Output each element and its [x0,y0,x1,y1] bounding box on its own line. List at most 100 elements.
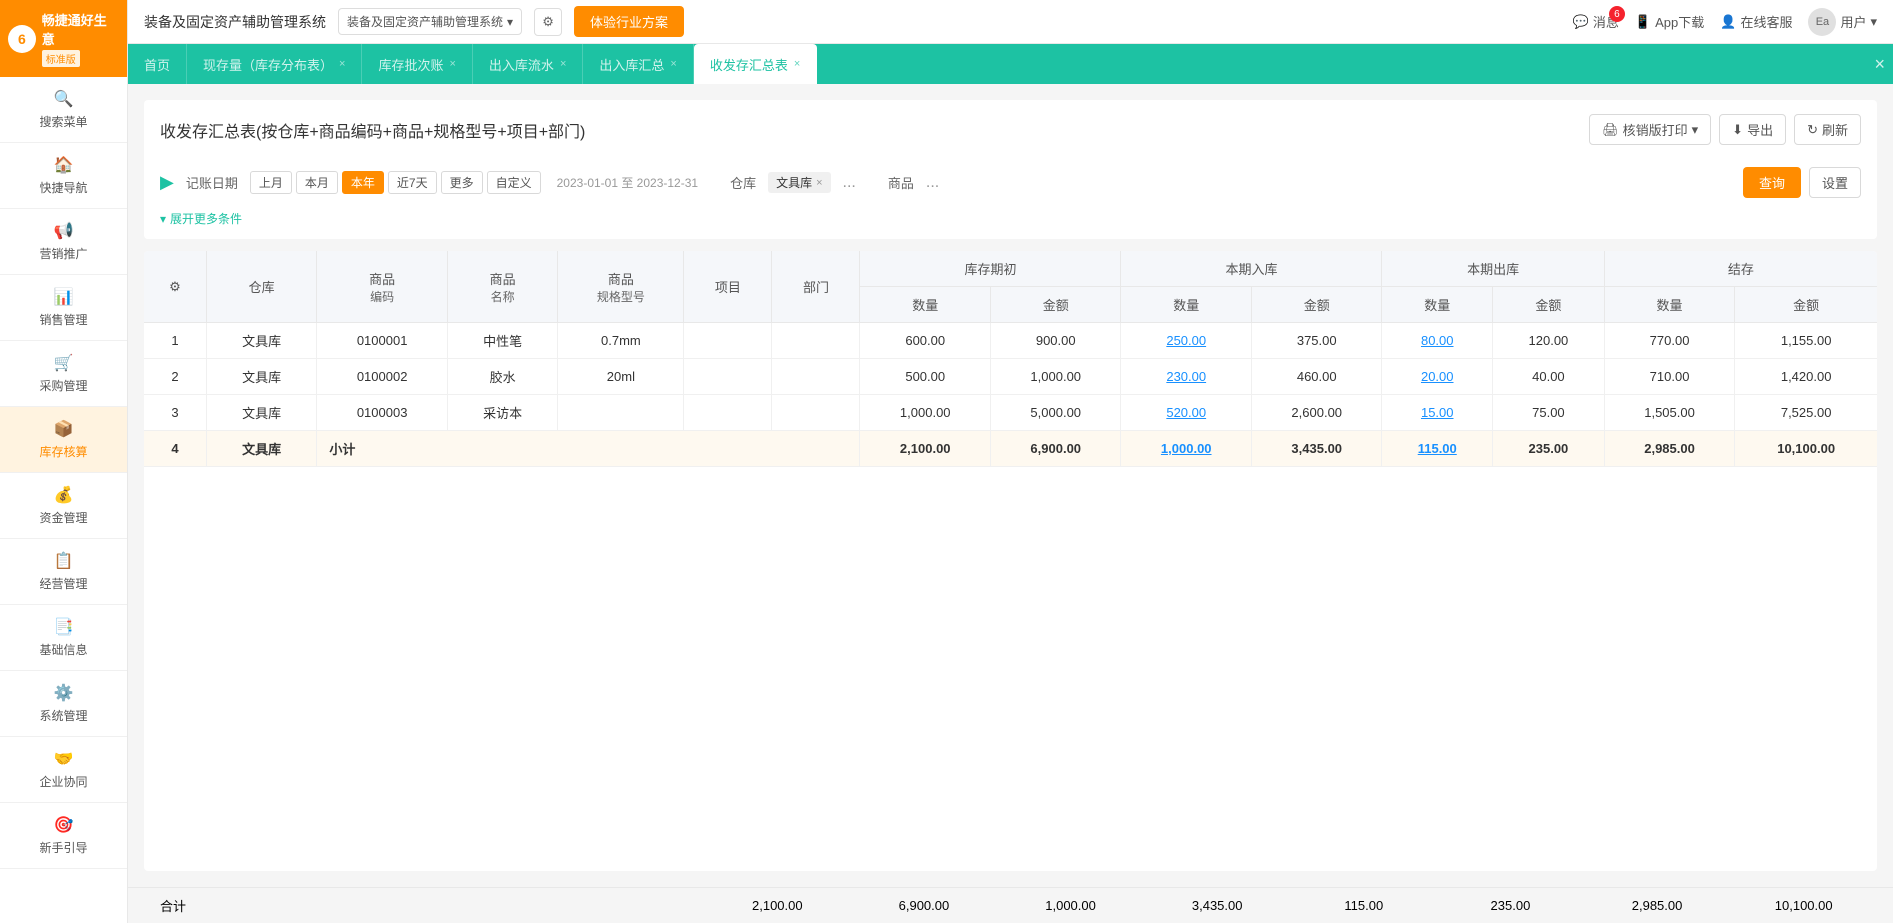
sidebar-icon-enterprise: 🤝 [54,749,74,769]
app-download-item[interactable]: 📱 App下载 [1635,12,1704,31]
sidebar-item-quick-nav[interactable]: 🏠 快捷导航 [0,143,127,209]
tab-label-inout-flow: 出入库流水 [489,55,554,74]
warehouse-tag-close[interactable]: × [816,177,822,189]
system-select[interactable]: 装备及固定资产辅助管理系统 ▾ [338,8,522,35]
out-qty-link[interactable]: 20.00 [1421,369,1454,384]
filter-area: ▶ 记账日期 上月本月本年近7天更多自定义 2023-01-01 至 2023-… [144,155,1877,239]
sidebar-icon-quick-nav: 🏠 [54,155,74,175]
sidebar-item-newbie[interactable]: 🎯新手引导 [0,803,127,869]
tab-close-inout-flow[interactable]: × [560,58,566,70]
th-product-name: 商品名称 [447,251,557,323]
tab-close-inventory-dist[interactable]: × [339,58,345,70]
sidebar-label-newbie: 新手引导 [39,839,87,856]
tab-home[interactable]: 首页 [128,44,187,84]
total-out-qty: 115.00 [1291,898,1438,913]
online-service-item[interactable]: 👤 在线客服 [1720,12,1792,31]
subtotal-in-qty[interactable]: 1,000.00 [1161,441,1212,456]
sidebar-item-search[interactable]: 🔍搜索菜单 [0,77,127,143]
sidebar-icon-system: ⚙️ [54,683,74,703]
total-in-amt: 3,435.00 [1144,898,1291,913]
settings-icon: ⚙ [169,279,181,294]
sidebar-icon-basic-info: 📑 [54,617,74,637]
sidebar-item-system[interactable]: ⚙️系统管理 [0,671,127,737]
warehouse-more[interactable]: ... [843,174,856,192]
th-opening: 库存期初 [860,251,1121,287]
tab-batch-ledger[interactable]: 库存批次账 × [362,44,472,84]
th-balance: 结存 [1604,251,1877,287]
sidebar-label-operations: 经营管理 [39,575,87,592]
sidebar-item-basic-info[interactable]: 📑 基础信息 [0,605,127,671]
sidebar-label-quick-nav: 快捷导航 [39,179,87,196]
tabbar-close-all[interactable]: × [1874,54,1885,75]
th-project: 项目 [684,251,772,323]
subtotal-row: 4 文具库 小计 2,100.00 6,900.00 1,000.00 3,43… [144,431,1877,467]
refresh-button[interactable]: ↻ 刷新 [1794,114,1861,145]
tab-inout-flow[interactable]: 出入库流水 × [473,44,583,84]
sidebar-item-purchase[interactable]: 🛒采购管理 [0,341,127,407]
in-qty-link[interactable]: 230.00 [1166,369,1206,384]
total-bal-qty: 2,985.00 [1584,898,1731,913]
sidebar-item-enterprise[interactable]: 🤝企业协同 [0,737,127,803]
in-qty-link[interactable]: 520.00 [1166,405,1206,420]
th-in-amt: 金额 [1251,287,1382,323]
table-row: 3 文具库 0100003 采访本 1,000.00 5,000.00 520.… [144,395,1877,431]
date-label: 记账日期 [186,173,238,192]
export-icon: ⬇ [1732,122,1743,138]
tab-close-batch-ledger[interactable]: × [449,58,455,70]
date-btn-本月[interactable]: 本月 [296,171,338,194]
th-in-qty: 数量 [1121,287,1252,323]
tab-close-inout-summary[interactable]: × [670,58,676,70]
product-more[interactable]: ... [926,174,939,192]
refresh-icon: ↻ [1807,122,1818,138]
sidebar-item-sales[interactable]: 📊销售管理 [0,275,127,341]
tab-close-receive-summary[interactable]: × [794,58,800,70]
sidebar-item-finance[interactable]: 💰资金管理 [0,473,127,539]
date-btn-自定义[interactable]: 自定义 [487,171,541,194]
filter-toggle-icon[interactable]: ▶ [160,172,174,193]
page-content: 收发存汇总表(按仓库+商品编码+商品+规格型号+项目+部门) 🖨 核销版打印 ▾… [128,84,1893,887]
product-label: 商品 [888,173,914,192]
print-icon: 🖨 [1602,122,1619,138]
message-item[interactable]: 💬 消息 6 [1573,12,1619,31]
date-btn-近7天[interactable]: 近7天 [388,171,437,194]
th-settings[interactable]: ⚙ [144,251,206,323]
sidebar-item-operations[interactable]: 📋 经营管理 [0,539,127,605]
out-qty-link[interactable]: 80.00 [1421,333,1454,348]
date-btn-更多[interactable]: 更多 [441,171,483,194]
print-button[interactable]: 🖨 核销版打印 ▾ [1589,114,1711,145]
export-button[interactable]: ⬇ 导出 [1719,114,1786,145]
tab-inventory-dist[interactable]: 现存量（库存分布表） × [187,44,362,84]
sidebar-item-inventory[interactable]: 📦库存核算 [0,407,127,473]
expand-button[interactable]: ▾ 展开更多条件 [160,210,1861,227]
sidebar-label-marketing: 营销推广 [39,245,87,262]
tab-label-inout-summary: 出入库汇总 [599,55,664,74]
th-warehouse: 仓库 [206,251,316,323]
tab-receive-summary[interactable]: 收发存汇总表 × [694,44,817,84]
sidebar-label-basic-info: 基础信息 [39,641,87,658]
main-area: 装备及固定资产辅助管理系统 装备及固定资产辅助管理系统 ▾ ⚙ 体验行业方案 💬… [128,0,1893,923]
trial-button[interactable]: 体验行业方案 [574,6,684,37]
data-table-container: ⚙ 仓库 商品编码 商品名称 商品规格型号 项目 部门 库存期初 本期入库 本期… [144,251,1877,871]
user-item[interactable]: Ea 用户 ▾ [1808,8,1877,36]
query-button[interactable]: 查询 [1743,167,1801,198]
th-out-amt: 金额 [1493,287,1605,323]
phone-icon: 📱 [1635,14,1651,30]
tab-inout-summary[interactable]: 出入库汇总 × [583,44,693,84]
data-table: ⚙ 仓库 商品编码 商品名称 商品规格型号 项目 部门 库存期初 本期入库 本期… [144,251,1877,467]
logo-area: 6 畅捷通好生意 标准版 [0,0,127,77]
tab-label-receive-summary: 收发存汇总表 [710,55,788,74]
date-btn-上月[interactable]: 上月 [250,171,292,194]
settings-button[interactable]: 设置 [1809,167,1861,198]
total-open-amt: 6,900.00 [851,898,998,913]
sidebar-label-search: 搜索菜单 [39,113,87,130]
in-qty-link[interactable]: 250.00 [1166,333,1206,348]
out-qty-link[interactable]: 15.00 [1421,405,1454,420]
gear-button[interactable]: ⚙ [534,8,562,36]
date-range: 2023-01-01 至 2023-12-31 [557,174,698,191]
service-icon: 👤 [1720,14,1736,30]
sidebar-item-marketing[interactable]: 📢营销推广 [0,209,127,275]
date-btn-本年[interactable]: 本年 [342,171,384,194]
sidebar-icon-operations: 📋 [54,551,74,571]
subtotal-out-qty[interactable]: 115.00 [1418,441,1457,456]
logo-icon: 6 [8,25,36,53]
